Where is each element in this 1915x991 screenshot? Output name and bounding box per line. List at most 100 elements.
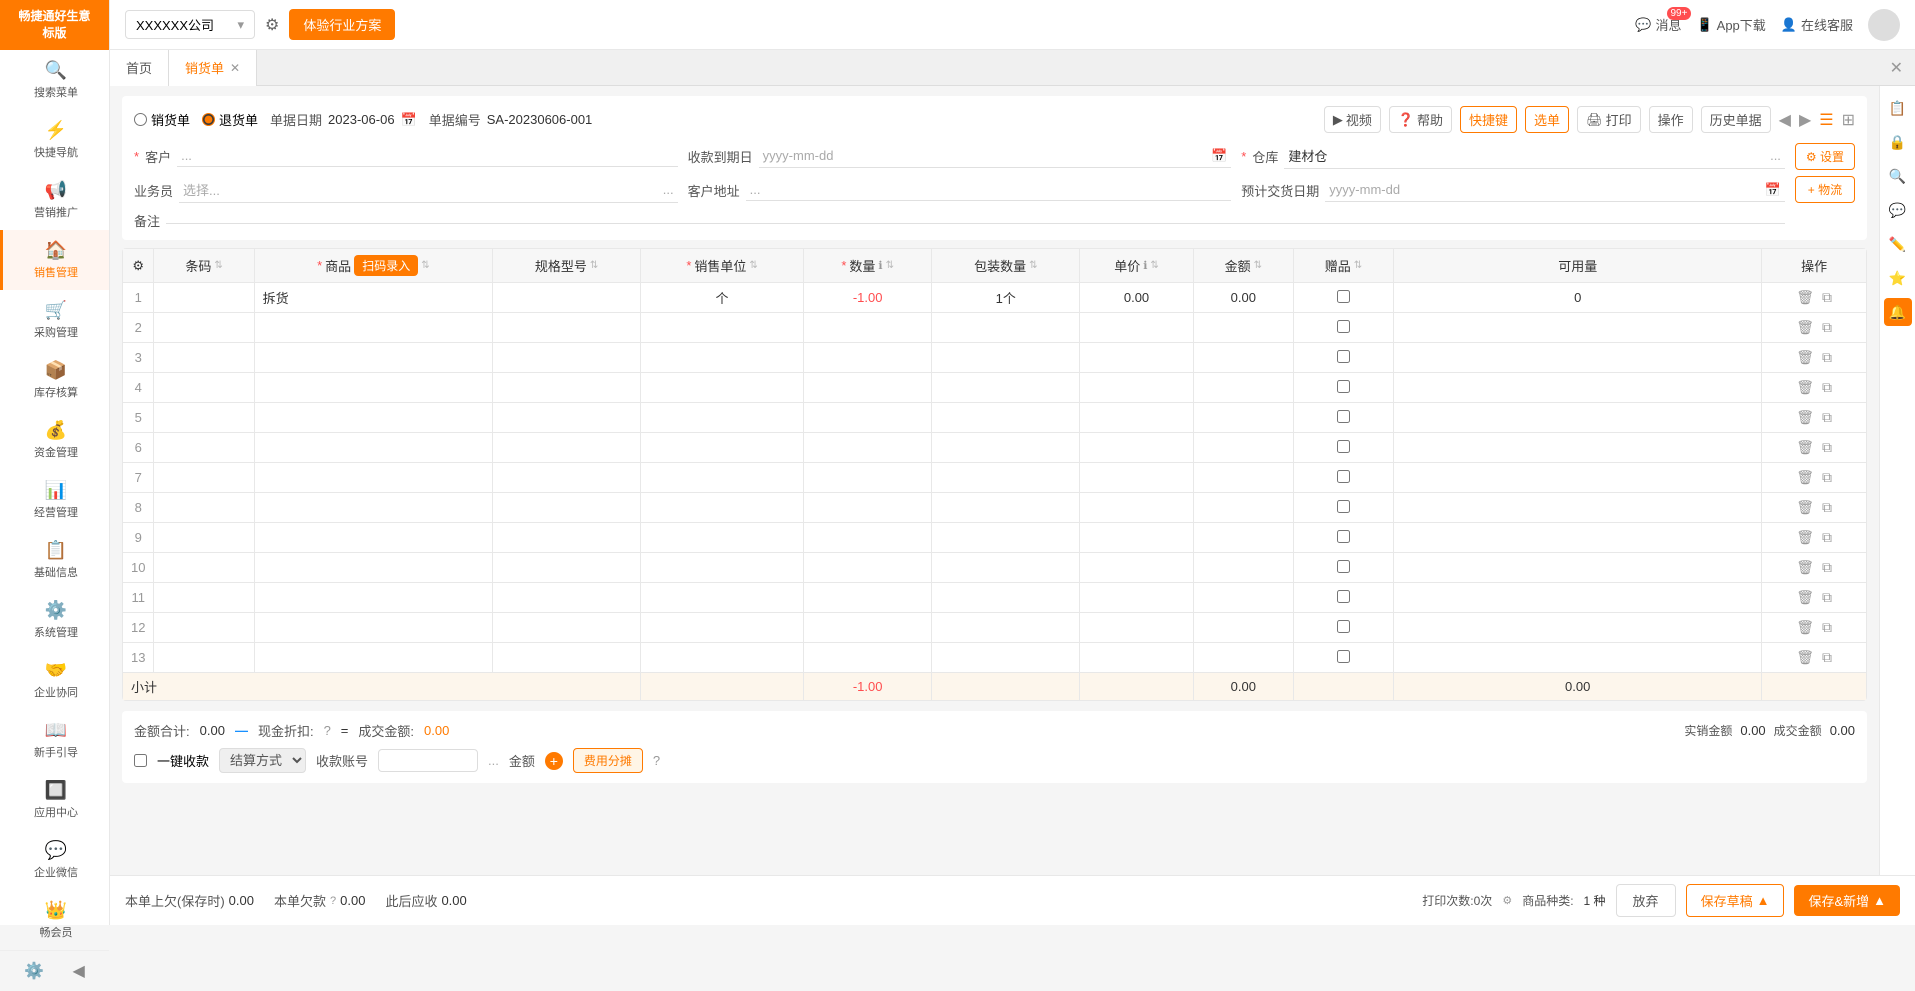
- row-unit-price[interactable]: [1080, 403, 1193, 433]
- qty-info-icon[interactable]: ℹ: [878, 259, 882, 272]
- sort-qty-icon[interactable]: ⇅: [886, 260, 894, 271]
- row-spec[interactable]: [493, 553, 641, 583]
- return-radio-input[interactable]: [202, 113, 215, 126]
- scan-btn[interactable]: 扫码录入: [354, 255, 418, 276]
- row-unit-price[interactable]: [1080, 553, 1193, 583]
- row-unit[interactable]: [641, 343, 804, 373]
- row-pack-qty[interactable]: [932, 313, 1080, 343]
- row-product[interactable]: 拆货: [254, 283, 492, 313]
- row-qty[interactable]: [804, 403, 932, 433]
- row-gift[interactable]: [1293, 433, 1393, 463]
- row-gift[interactable]: [1293, 373, 1393, 403]
- copy-row-btn[interactable]: ⧉: [1820, 437, 1834, 458]
- row-amount[interactable]: [1193, 463, 1293, 493]
- sidebar-item-business[interactable]: 📊经营管理: [0, 470, 109, 530]
- row-amount[interactable]: [1193, 583, 1293, 613]
- row-pack-qty[interactable]: [932, 373, 1080, 403]
- print-btn[interactable]: 🖨 打印: [1577, 106, 1641, 133]
- row-unit-price[interactable]: 0.00: [1080, 283, 1193, 313]
- save-new-dropdown-icon[interactable]: ▲: [1873, 893, 1886, 908]
- gift-checkbox[interactable]: [1337, 320, 1350, 333]
- sort-amount-icon[interactable]: ⇅: [1254, 260, 1262, 271]
- row-pack-qty[interactable]: 1个: [932, 283, 1080, 313]
- row-product[interactable]: [254, 553, 492, 583]
- gift-checkbox[interactable]: [1337, 530, 1350, 543]
- row-unit-price[interactable]: [1080, 313, 1193, 343]
- sidebar-item-apps[interactable]: 🔲应用中心: [0, 770, 109, 830]
- row-gift[interactable]: [1293, 523, 1393, 553]
- row-product[interactable]: [254, 643, 492, 673]
- row-spec[interactable]: [493, 493, 641, 523]
- row-unit[interactable]: [641, 583, 804, 613]
- right-btn-6[interactable]: ⭐: [1884, 264, 1912, 292]
- gift-checkbox[interactable]: [1337, 650, 1350, 663]
- row-spec[interactable]: [493, 523, 641, 553]
- account-input[interactable]: [378, 749, 478, 772]
- row-unit[interactable]: [641, 553, 804, 583]
- row-unit-price[interactable]: [1080, 643, 1193, 673]
- row-product[interactable]: [254, 583, 492, 613]
- row-pack-qty[interactable]: [932, 403, 1080, 433]
- row-unit-price[interactable]: [1080, 523, 1193, 553]
- row-amount[interactable]: [1193, 343, 1293, 373]
- row-pack-qty[interactable]: [932, 343, 1080, 373]
- operation-btn[interactable]: 操作: [1649, 106, 1693, 133]
- sidebar-item-inventory[interactable]: 📦库存核算: [0, 350, 109, 410]
- right-btn-5[interactable]: ✏️: [1884, 230, 1912, 258]
- delete-row-btn[interactable]: 🗑: [1794, 647, 1816, 668]
- gift-checkbox[interactable]: [1337, 470, 1350, 483]
- row-qty[interactable]: [804, 553, 932, 583]
- row-qty[interactable]: [804, 463, 932, 493]
- row-unit-price[interactable]: [1080, 373, 1193, 403]
- delete-row-btn[interactable]: 🗑: [1794, 557, 1816, 578]
- row-barcode[interactable]: [154, 553, 254, 583]
- row-unit[interactable]: [641, 493, 804, 523]
- select-btn[interactable]: 选单: [1525, 106, 1569, 133]
- settings-icon[interactable]: ⚙️: [24, 961, 44, 981]
- customer-addr-input[interactable]: ...: [746, 179, 1232, 201]
- row-amount[interactable]: [1193, 373, 1293, 403]
- gift-checkbox[interactable]: [1337, 590, 1350, 603]
- copy-row-btn[interactable]: ⧉: [1820, 347, 1834, 368]
- row-unit[interactable]: [641, 403, 804, 433]
- row-gift[interactable]: [1293, 583, 1393, 613]
- settlement-method-select[interactable]: 结算方式: [219, 748, 306, 773]
- row-amount[interactable]: 0.00: [1193, 283, 1293, 313]
- remark-input[interactable]: [166, 217, 1785, 224]
- row-unit[interactable]: 个: [641, 283, 804, 313]
- row-gift[interactable]: [1293, 613, 1393, 643]
- list-view-icon[interactable]: ☰: [1819, 110, 1833, 130]
- copy-row-btn[interactable]: ⧉: [1820, 617, 1834, 638]
- save-draft-dropdown-icon[interactable]: ▲: [1757, 893, 1770, 908]
- row-barcode[interactable]: [154, 403, 254, 433]
- row-qty[interactable]: -1.00: [804, 283, 932, 313]
- sort-gift-icon[interactable]: ⇅: [1354, 260, 1362, 271]
- tab-close-icon[interactable]: ✕: [230, 61, 240, 75]
- copy-row-btn[interactable]: ⧉: [1820, 497, 1834, 518]
- close-all-tabs-button[interactable]: ✕: [1878, 58, 1915, 78]
- row-product[interactable]: [254, 373, 492, 403]
- row-pack-qty[interactable]: [932, 493, 1080, 523]
- row-unit-price[interactable]: [1080, 493, 1193, 523]
- row-unit-price[interactable]: [1080, 343, 1193, 373]
- salesperson-input[interactable]: 选择... ...: [179, 177, 678, 203]
- message-button[interactable]: 💬 消息 99+: [1635, 15, 1681, 34]
- row-unit-price[interactable]: [1080, 613, 1193, 643]
- save-draft-button[interactable]: 保存草稿 ▲: [1686, 884, 1785, 917]
- row-barcode[interactable]: [154, 493, 254, 523]
- row-qty[interactable]: [804, 583, 932, 613]
- gift-checkbox[interactable]: [1337, 500, 1350, 513]
- sort-product-icon[interactable]: ⇅: [421, 260, 429, 271]
- row-amount[interactable]: [1193, 403, 1293, 433]
- row-product[interactable]: [254, 313, 492, 343]
- sidebar-item-system[interactable]: ⚙️系统管理: [0, 590, 109, 650]
- copy-row-btn[interactable]: ⧉: [1820, 377, 1834, 398]
- one-click-pay-checkbox[interactable]: [134, 754, 147, 767]
- history-btn[interactable]: 历史单据: [1701, 106, 1771, 133]
- row-amount[interactable]: [1193, 493, 1293, 523]
- delete-row-btn[interactable]: 🗑: [1794, 317, 1816, 338]
- row-product[interactable]: [254, 433, 492, 463]
- row-spec[interactable]: [493, 643, 641, 673]
- row-pack-qty[interactable]: [932, 463, 1080, 493]
- expected-date-input[interactable]: yyyy-mm-dd 📅: [1325, 179, 1785, 202]
